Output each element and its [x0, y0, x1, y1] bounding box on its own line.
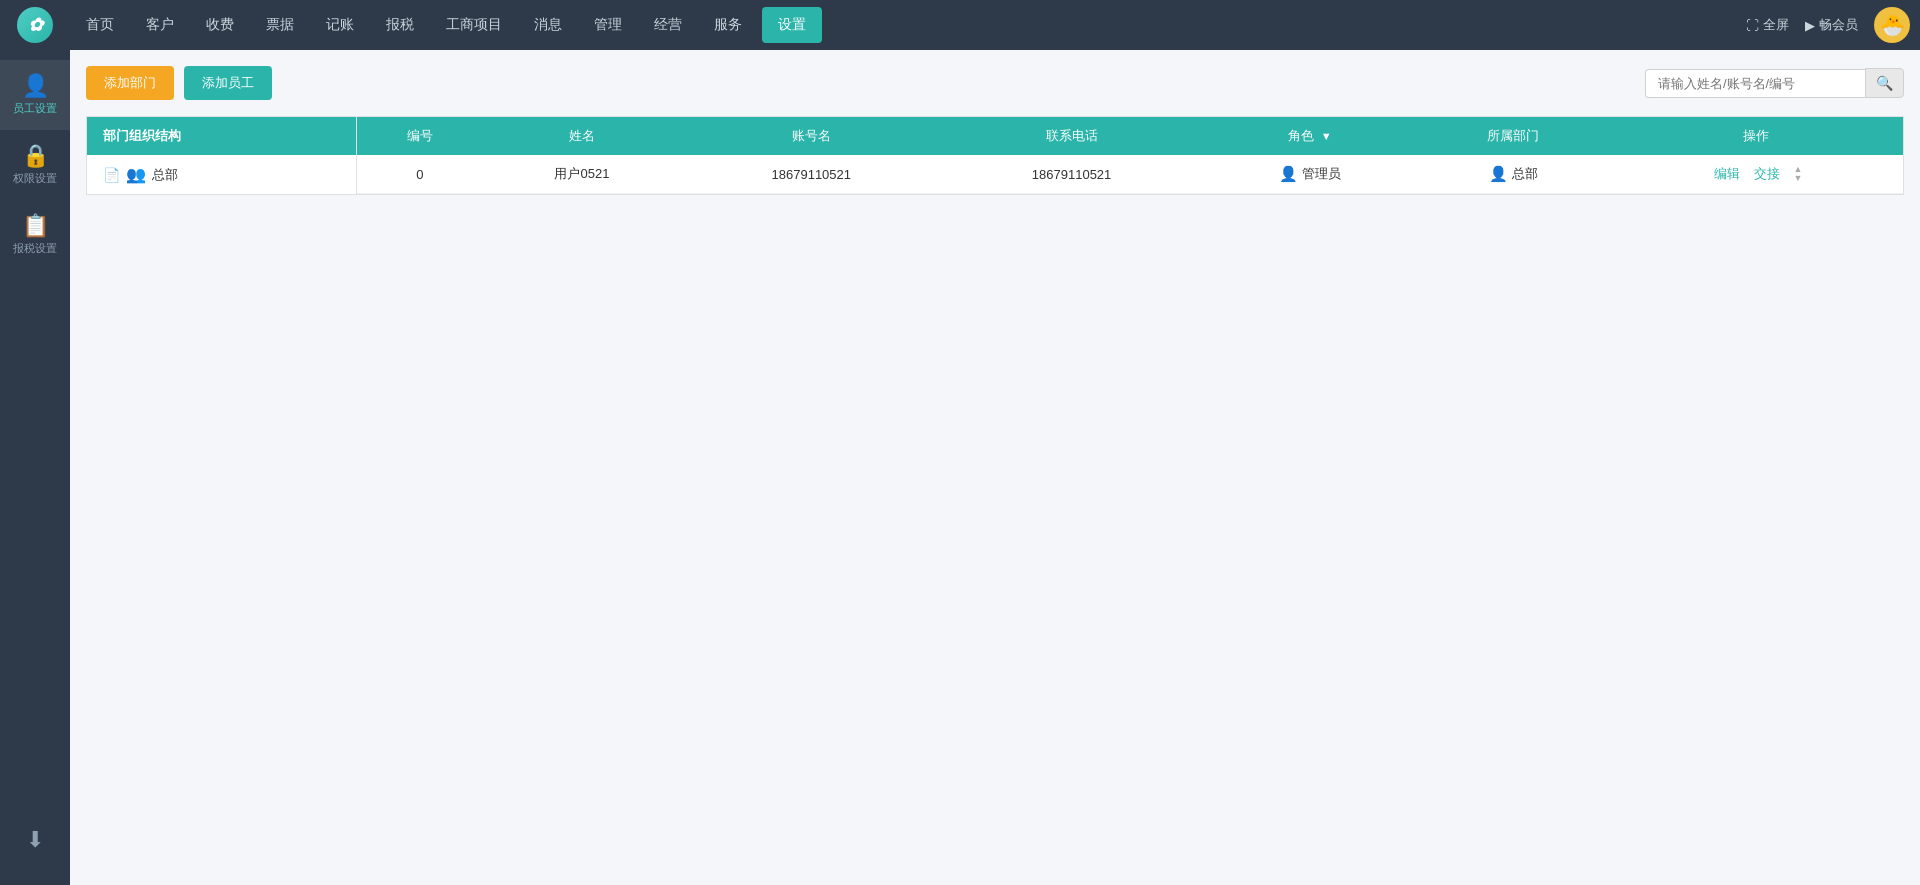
employee-icon: 👤 — [22, 75, 49, 97]
member-label: 畅会员 — [1819, 16, 1858, 34]
sidebar-download[interactable]: ⬇ — [0, 805, 70, 875]
add-dept-button[interactable]: 添加部门 — [86, 66, 174, 100]
search-button[interactable]: 🔍 — [1865, 68, 1904, 98]
dept-panel: 部门组织结构 📄 👥 总部 — [87, 117, 357, 194]
nav-item-tax[interactable]: 报税 — [370, 0, 430, 50]
edit-link[interactable]: 编辑 — [1714, 165, 1740, 183]
add-employee-button[interactable]: 添加员工 — [184, 66, 272, 100]
role-filter-icon: ▼ — [1321, 130, 1332, 142]
cell-role: 👤 管理员 — [1202, 155, 1418, 194]
play-icon: ▶ — [1805, 18, 1815, 33]
user-avatar[interactable]: 🐣 — [1874, 7, 1910, 43]
sidebar-label-tax-setting: 报税设置 — [13, 241, 57, 256]
cell-phone: 18679110521 — [941, 155, 1201, 194]
nav-item-business[interactable]: 工商项目 — [430, 0, 518, 50]
th-phone: 联系电话 — [941, 117, 1201, 155]
dept-label: 总部 — [1512, 165, 1538, 183]
fullscreen-label: 全屏 — [1763, 16, 1789, 34]
dept-item-label: 总部 — [152, 166, 178, 184]
sidebar-item-employee[interactable]: 👤 员工设置 — [0, 60, 70, 130]
sidebar-label-permission: 权限设置 — [13, 171, 57, 186]
cell-actions: 编辑 交接 ▲ ▼ — [1609, 155, 1903, 194]
top-navigation: ✿ 首页 客户 收费 票据 记账 报税 工商项目 消息 管理 经营 服务 设置 … — [0, 0, 1920, 50]
role-label: 管理员 — [1302, 165, 1341, 183]
nav-items: 首页 客户 收费 票据 记账 报税 工商项目 消息 管理 经营 服务 设置 — [70, 0, 1746, 50]
employee-table: 编号 姓名 账号名 联系电话 角 — [357, 117, 1903, 194]
dept-panel-header: 部门组织结构 — [87, 117, 356, 155]
fullscreen-button[interactable]: ⛶ 全屏 — [1746, 16, 1789, 34]
tax-setting-icon: 📋 — [22, 215, 49, 237]
dept-item-root[interactable]: 📄 👥 总部 — [87, 155, 356, 194]
table-wrapper: 部门组织结构 📄 👥 总部 编号 姓 — [86, 116, 1904, 195]
content-area: 添加部门 添加员工 🔍 部门组织结构 📄 👥 总部 — [70, 50, 1920, 885]
sidebar-item-tax-setting[interactable]: 📋 报税设置 — [0, 200, 70, 270]
th-role[interactable]: 角色 ▼ — [1202, 117, 1418, 155]
dept-user-icon-row: 👤 — [1489, 165, 1508, 183]
nav-item-customer[interactable]: 客户 — [130, 0, 190, 50]
search-input[interactable] — [1645, 69, 1865, 98]
nav-item-message[interactable]: 消息 — [518, 0, 578, 50]
dept-file-icon: 📄 — [103, 167, 120, 183]
member-button[interactable]: ▶ 畅会员 — [1805, 16, 1858, 34]
th-actions: 操作 — [1609, 117, 1903, 155]
sidebar-bottom: ⬇ — [0, 805, 70, 875]
download-icon: ⬇ — [26, 829, 44, 851]
permission-icon: 🔒 — [22, 145, 49, 167]
cell-name: 用户0521 — [483, 155, 681, 194]
th-id: 编号 — [357, 117, 483, 155]
scroll-down-arrow[interactable]: ▼ — [1794, 174, 1803, 183]
nav-right: ⛶ 全屏 ▶ 畅会员 🐣 — [1746, 7, 1910, 43]
role-user-icon: 👤 — [1279, 165, 1298, 183]
logo-icon: ✿ — [17, 7, 53, 43]
th-name: 姓名 — [483, 117, 681, 155]
dept-cell-content: 👤 总部 — [1430, 165, 1597, 183]
ops-cell-content: 编辑 交接 ▲ ▼ — [1621, 165, 1891, 183]
role-cell-content: 👤 管理员 — [1214, 165, 1406, 183]
search-area: 🔍 — [1645, 68, 1904, 98]
nav-item-fee[interactable]: 收费 — [190, 0, 250, 50]
th-dept: 所属部门 — [1418, 117, 1609, 155]
nav-item-invoice[interactable]: 票据 — [250, 0, 310, 50]
cell-dept: 👤 总部 — [1418, 155, 1609, 194]
nav-item-operation[interactable]: 经营 — [638, 0, 698, 50]
transfer-link[interactable]: 交接 — [1754, 165, 1780, 183]
sidebar-label-employee: 员工设置 — [13, 101, 57, 116]
th-account: 账号名 — [681, 117, 941, 155]
cell-account: 18679110521 — [681, 155, 941, 194]
table-header-row: 编号 姓名 账号名 联系电话 角 — [357, 117, 1903, 155]
nav-item-manage[interactable]: 管理 — [578, 0, 638, 50]
sidebar-item-permission[interactable]: 🔒 权限设置 — [0, 130, 70, 200]
table-row: 0 用户0521 18679110521 18679110521 👤 管理员 — [357, 155, 1903, 194]
main-layout: 👤 员工设置 🔒 权限设置 📋 报税设置 ⬇ 添加部门 添加员工 🔍 — [0, 50, 1920, 885]
scroll-arrows: ▲ ▼ — [1794, 165, 1803, 183]
toolbar: 添加部门 添加员工 🔍 — [86, 66, 1904, 100]
nav-item-settings[interactable]: 设置 — [762, 7, 822, 43]
nav-item-service[interactable]: 服务 — [698, 0, 758, 50]
cell-id: 0 — [357, 155, 483, 194]
dept-user-icon: 👥 — [126, 165, 146, 184]
sidebar: 👤 员工设置 🔒 权限设置 📋 报税设置 ⬇ — [0, 50, 70, 885]
nav-item-accounting[interactable]: 记账 — [310, 0, 370, 50]
fullscreen-icon: ⛶ — [1746, 18, 1759, 33]
employee-table-panel: 编号 姓名 账号名 联系电话 角 — [357, 117, 1903, 194]
app-logo: ✿ — [10, 0, 60, 50]
nav-item-home[interactable]: 首页 — [70, 0, 130, 50]
